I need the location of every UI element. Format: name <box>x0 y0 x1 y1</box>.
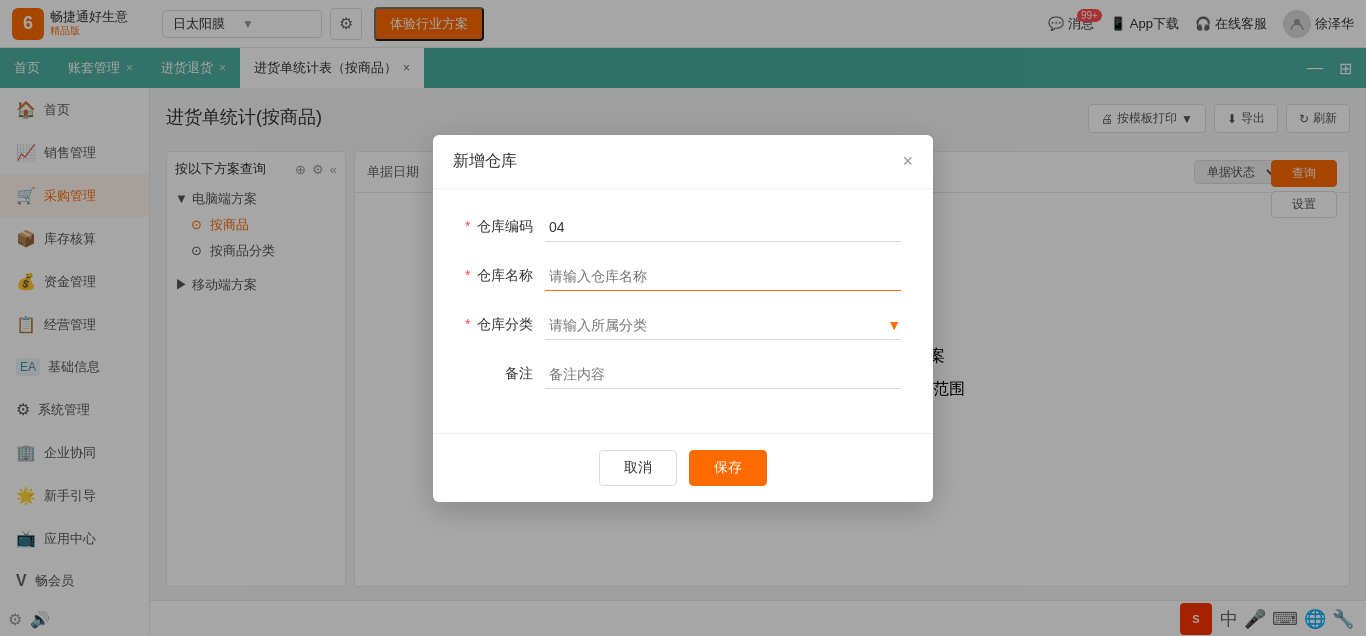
modal-body: 仓库编码 仓库名称 仓库分类 ▼ 备注 <box>433 189 933 433</box>
modal-close-button[interactable]: × <box>902 151 913 172</box>
cancel-button[interactable]: 取消 <box>599 450 677 486</box>
form-row-note: 备注 <box>465 360 901 389</box>
name-input[interactable] <box>545 262 901 291</box>
category-dropdown-icon[interactable]: ▼ <box>887 317 901 333</box>
form-row-category: 仓库分类 ▼ <box>465 311 901 340</box>
form-row-name: 仓库名称 <box>465 262 901 291</box>
note-input[interactable] <box>545 360 901 389</box>
modal-footer: 取消 保存 <box>433 433 933 502</box>
add-warehouse-modal: 新增仓库 × 仓库编码 仓库名称 仓库分类 ▼ <box>433 135 933 502</box>
save-button[interactable]: 保存 <box>689 450 767 486</box>
note-label: 备注 <box>465 365 545 383</box>
category-label: 仓库分类 <box>465 316 545 334</box>
form-row-code: 仓库编码 <box>465 213 901 242</box>
category-select-wrapper: ▼ <box>545 311 901 340</box>
category-input[interactable] <box>545 311 887 339</box>
modal-title: 新增仓库 <box>453 151 517 172</box>
name-label: 仓库名称 <box>465 267 545 285</box>
code-input[interactable] <box>545 213 901 242</box>
code-label: 仓库编码 <box>465 218 545 236</box>
modal-overlay: 新增仓库 × 仓库编码 仓库名称 仓库分类 ▼ <box>0 0 1366 636</box>
modal-header: 新增仓库 × <box>433 135 933 189</box>
